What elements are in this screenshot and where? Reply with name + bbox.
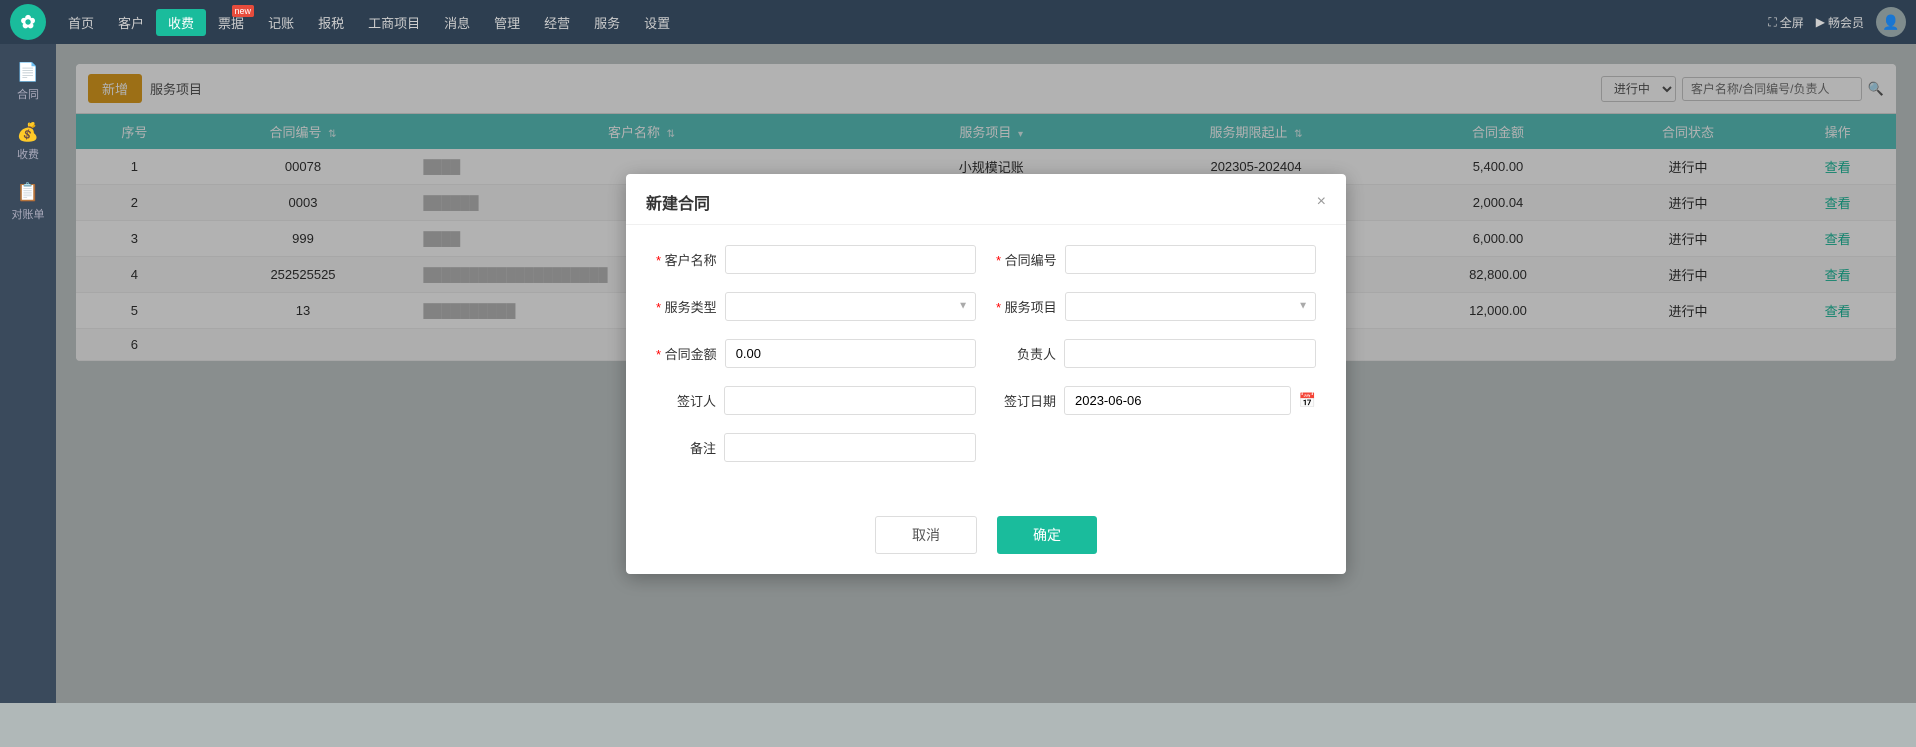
form-row-4: 签订人 签订日期 📅 [656,386,1316,415]
select-service-type[interactable] [725,292,976,321]
form-group-service-item: 服务项目 ▼ [996,292,1316,321]
top-nav: ✿ 首页 客户 收费 票据 new 记账 报税 工商项目 消息 管理 经营 服务… [0,0,1916,44]
nav-items: 首页 客户 收费 票据 new 记账 报税 工商项目 消息 管理 经营 服务 设… [56,9,1768,36]
nav-operate[interactable]: 经营 [532,9,582,36]
form-group-amount: 合同金额 [656,339,976,368]
statement-icon: 📋 [17,182,39,203]
fullscreen-button[interactable]: ⛶ 全屏 [1768,14,1803,31]
input-sign-date[interactable] [1064,386,1291,415]
input-sign-person[interactable] [724,386,976,415]
label-responsible: 负责人 [996,344,1056,363]
modal-header: 新建合同 × [626,174,1346,225]
label-remark: 备注 [656,438,716,457]
input-amount[interactable] [725,339,976,368]
form-row-2: 服务类型 ▼ 服务项目 ▼ [656,292,1316,321]
app-logo: ✿ [10,4,46,40]
nav-home[interactable]: 首页 [56,9,106,36]
form-group-contract-no: 合同编号 [996,245,1316,274]
app-body: 📄 合同 💰 收费 📋 对账单 新增 服务项目 进行中 已完成 全部 [0,44,1916,703]
label-sign-date: 签订日期 [996,391,1056,410]
form-group-responsible: 负责人 [996,339,1316,368]
main-content: 新增 服务项目 进行中 已完成 全部 🔍 序号 [56,44,1916,703]
nav-bookkeep[interactable]: 记账 [256,9,306,36]
nav-business[interactable]: 工商项目 [356,9,432,36]
form-group-customer-name: 客户名称 [656,245,976,274]
modal-close-button[interactable]: × [1317,193,1326,211]
modal-footer: 取消 确定 [626,500,1346,574]
input-responsible[interactable] [1064,339,1316,368]
new-contract-modal: 新建合同 × 客户名称 合同编号 [626,174,1346,574]
nav-settings[interactable]: 设置 [632,9,682,36]
nav-ticket[interactable]: 票据 new [206,9,256,36]
sidebar: 📄 合同 💰 收费 📋 对账单 [0,44,56,703]
confirm-button[interactable]: 确定 [997,516,1097,554]
sidebar-item-fee[interactable]: 💰 收费 [3,114,53,170]
new-badge: new [232,5,255,17]
nav-tax[interactable]: 报税 [306,9,356,36]
form-group-service-type: 服务类型 ▼ [656,292,976,321]
nav-fee[interactable]: 收费 [156,9,206,36]
member-icon: ▶ [1816,15,1825,29]
input-contract-no[interactable] [1065,245,1316,274]
label-amount: 合同金额 [656,344,717,363]
form-row-3: 合同金额 负责人 [656,339,1316,368]
label-contract-no: 合同编号 [996,250,1057,269]
member-button[interactable]: ▶ 畅会员 [1816,14,1864,31]
form-row-5: 备注 [656,433,1316,462]
service-type-wrapper: ▼ [725,292,976,321]
form-group-remark: 备注 [656,433,976,462]
contract-icon: 📄 [17,62,39,83]
nav-message[interactable]: 消息 [432,9,482,36]
sidebar-item-statement[interactable]: 📋 对账单 [3,174,53,230]
form-group-sign-person: 签订人 [656,386,976,415]
label-customer-name: 客户名称 [656,250,717,269]
fullscreen-icon: ⛶ [1768,15,1776,30]
right-actions: ⛶ 全屏 ▶ 畅会员 👤 [1768,7,1906,37]
label-service-type: 服务类型 [656,297,717,316]
sidebar-item-contract[interactable]: 📄 合同 [3,54,53,110]
form-group-sign-date: 签订日期 📅 [996,386,1316,415]
modal-overlay: 新建合同 × 客户名称 合同编号 [56,44,1916,703]
nav-customer[interactable]: 客户 [106,9,156,36]
cancel-button[interactable]: 取消 [875,516,977,554]
service-item-wrapper: ▼ [1065,292,1316,321]
label-service-item: 服务项目 [996,297,1057,316]
input-remark[interactable] [724,433,976,462]
nav-manage[interactable]: 管理 [482,9,532,36]
fee-icon: 💰 [17,122,39,143]
user-avatar[interactable]: 👤 [1876,7,1906,37]
label-sign-person: 签订人 [656,391,716,410]
modal-title: 新建合同 [646,190,710,214]
nav-service[interactable]: 服务 [582,9,632,36]
modal-body: 客户名称 合同编号 服务类型 [626,225,1346,500]
select-service-item[interactable] [1065,292,1316,321]
calendar-icon[interactable]: 📅 [1299,392,1316,409]
form-row-1: 客户名称 合同编号 [656,245,1316,274]
input-customer-name[interactable] [725,245,976,274]
